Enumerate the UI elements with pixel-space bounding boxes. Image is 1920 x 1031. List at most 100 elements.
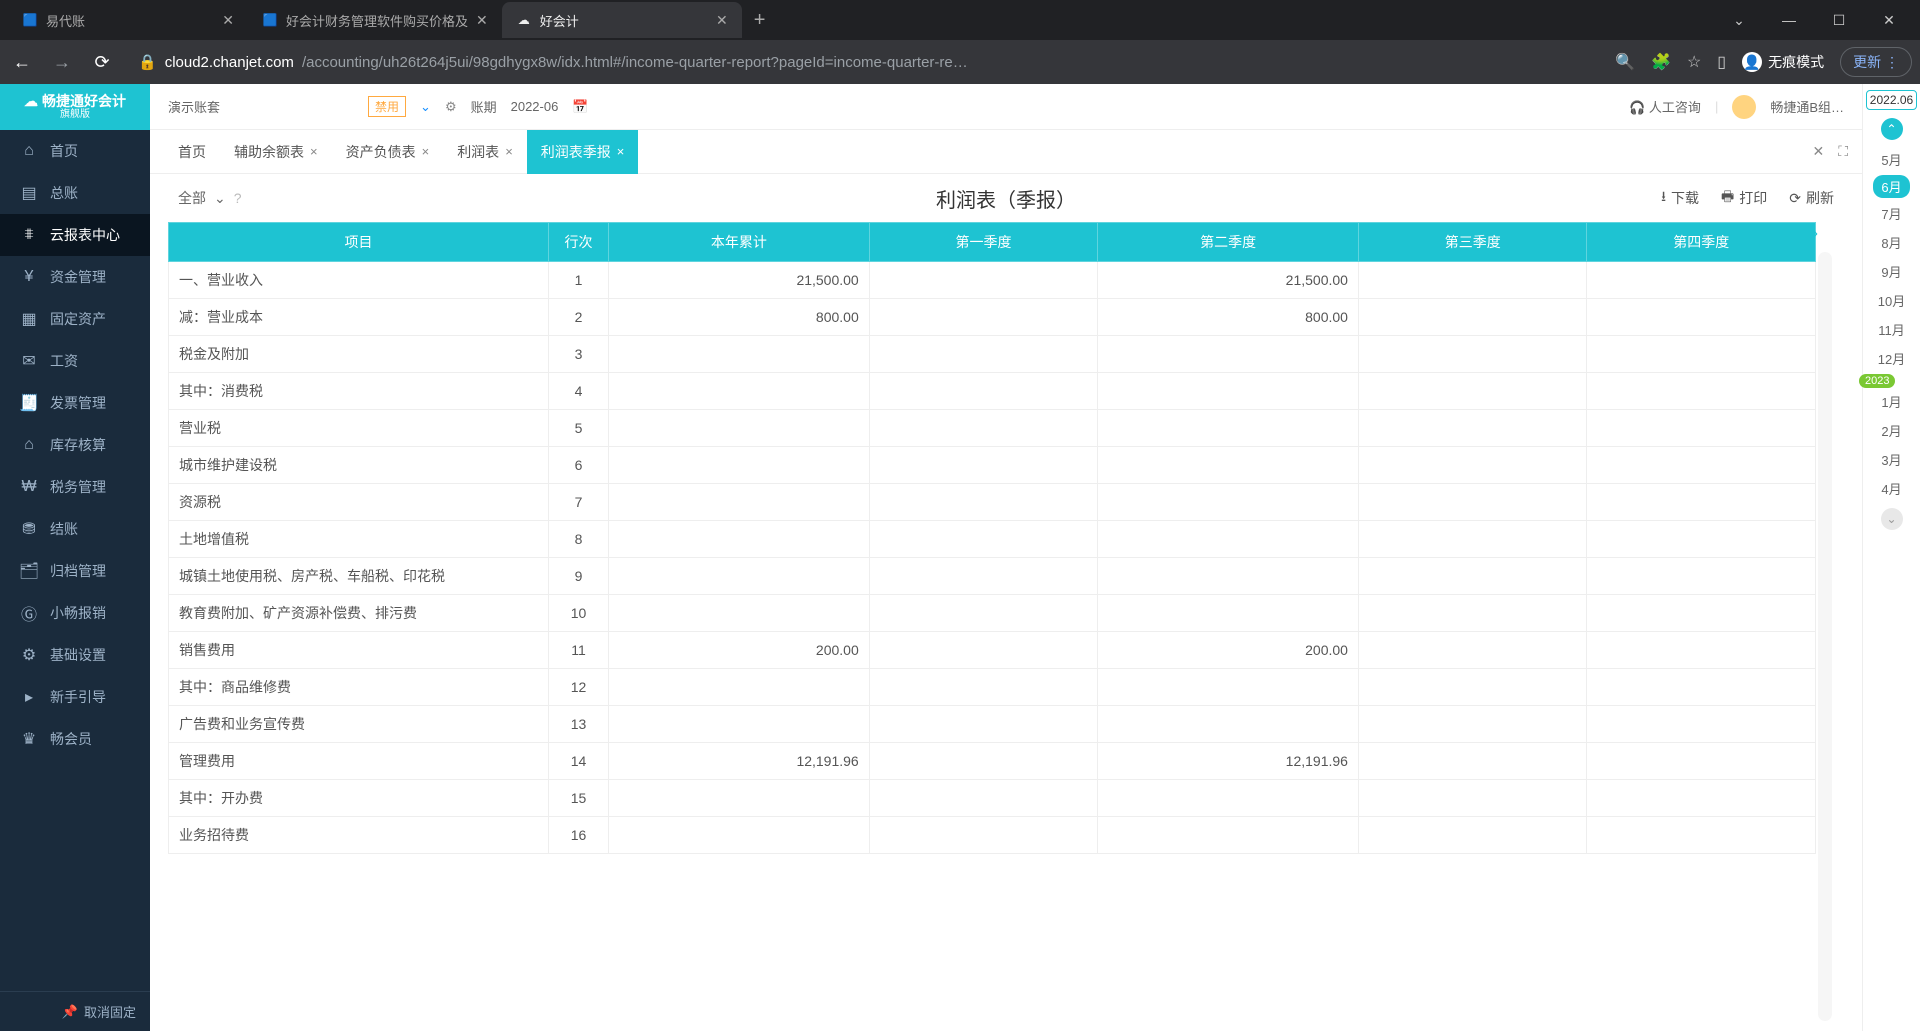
sidebar-item[interactable]: ₩ 税务管理 xyxy=(0,466,150,508)
url-input[interactable]: 🔒 cloud2.chanjet.com/accounting/uh26t264… xyxy=(128,53,1603,71)
period-month[interactable]: 4月 xyxy=(1881,475,1901,502)
cell-q3 xyxy=(1358,817,1587,854)
period-month[interactable]: 3月 xyxy=(1881,446,1901,473)
period-month[interactable]: 5月 xyxy=(1881,146,1901,173)
account-set-selector[interactable]: 演示账套 xyxy=(168,97,220,116)
period-panel-current[interactable]: 2022.06 xyxy=(1866,90,1917,110)
download-button[interactable]: ⭳下载 xyxy=(1661,186,1699,210)
tab-close-icon[interactable]: ✕ xyxy=(476,12,488,29)
page-tab[interactable]: 首页 xyxy=(164,130,220,174)
tab-close-icon[interactable]: ✕ xyxy=(716,12,728,29)
browser-tab[interactable]: ☁ 好会计 ✕ xyxy=(502,2,742,38)
table-row: 销售费用 11 200.00 200.00 xyxy=(169,632,1816,669)
tab-close-icon[interactable]: × xyxy=(505,144,513,159)
reload-button[interactable]: ⟳ xyxy=(88,48,116,76)
tab-close-icon[interactable]: × xyxy=(617,144,625,159)
cell-q3 xyxy=(1358,706,1587,743)
sidebar-item[interactable]: 🧾 发票管理 xyxy=(0,382,150,424)
period-month[interactable]: 9月 xyxy=(1881,258,1901,285)
next-col-icon[interactable]: › xyxy=(1813,225,1818,243)
sidebar-item[interactable]: ♛ 畅会员 xyxy=(0,718,150,760)
forward-button[interactable]: → xyxy=(48,48,76,76)
period-month[interactable]: 2月 xyxy=(1881,417,1901,444)
period-month[interactable]: 11月 xyxy=(1878,316,1905,343)
close-all-tabs-icon[interactable]: ✕ xyxy=(1812,143,1824,160)
pin-icon: 📌 xyxy=(62,1004,78,1020)
gear-icon[interactable]: ⚙ xyxy=(445,99,457,115)
refresh-button[interactable]: ⟳刷新 xyxy=(1789,186,1834,210)
cell-q1 xyxy=(869,484,1098,521)
bookmark-icon[interactable]: ☆ xyxy=(1687,52,1701,72)
cell-q2 xyxy=(1098,521,1359,558)
window-close-button[interactable]: ✕ xyxy=(1866,4,1912,36)
update-button[interactable]: 更新 ⋮ xyxy=(1840,47,1912,77)
extensions-icon[interactable]: 🧩 xyxy=(1651,52,1671,72)
page-tab[interactable]: 利润表季报× xyxy=(527,130,639,174)
refresh-icon: ⟳ xyxy=(1789,190,1801,207)
reading-list-icon[interactable]: ▯ xyxy=(1717,52,1726,72)
tab-close-icon[interactable]: × xyxy=(422,144,430,159)
print-button[interactable]: 🖶打印 xyxy=(1721,186,1767,210)
period-month[interactable]: 7月 xyxy=(1881,200,1901,227)
cell-q4 xyxy=(1587,817,1816,854)
browser-tab[interactable]: 🟦 好会计财务管理软件购买价格及 ✕ xyxy=(248,2,502,38)
sidebar-item[interactable]: 🗂 归档管理 xyxy=(0,550,150,592)
sidebar-item[interactable]: ✉ 工资 xyxy=(0,340,150,382)
sidebar-item[interactable]: ⌂ 首页 xyxy=(0,130,150,172)
tab-close-icon[interactable]: × xyxy=(310,144,318,159)
app-topbar: 演示账套 禁用 ⌄ ⚙ 账期 2022-06 📅 🎧 人工咨询 | 畅捷通B组… xyxy=(150,84,1862,130)
cell-q3 xyxy=(1358,410,1587,447)
consult-button[interactable]: 🎧 人工咨询 xyxy=(1629,97,1701,116)
scroll-up-icon[interactable]: ⌃ xyxy=(1881,118,1903,140)
back-button[interactable]: ← xyxy=(8,48,36,76)
sidebar-item[interactable]: ⛃ 结账 xyxy=(0,508,150,550)
cell-line: 7 xyxy=(549,484,609,521)
table-row: 其中：开办费 15 xyxy=(169,780,1816,817)
sidebar-item[interactable]: ▦ 固定资产 xyxy=(0,298,150,340)
sidebar-item[interactable]: ⚙ 基础设置 xyxy=(0,634,150,676)
vertical-scrollbar[interactable] xyxy=(1818,252,1832,1021)
cell-item: 教育费附加、矿产资源补偿费、排污费 xyxy=(169,595,549,632)
sidebar-item[interactable]: ⌂ 库存核算 xyxy=(0,424,150,466)
page-tab[interactable]: 利润表× xyxy=(443,130,527,174)
filter-dropdown[interactable]: 全部 ⌄ ? xyxy=(178,188,242,208)
period-month[interactable]: 10月 xyxy=(1878,287,1905,314)
window-minimize-button[interactable]: — xyxy=(1766,4,1812,36)
sidebar-item[interactable]: Ⓖ 小畅报销 xyxy=(0,592,150,634)
window-expand-icon[interactable]: ⌄ xyxy=(1716,4,1762,36)
sidebar-item[interactable]: ¥ 资金管理 xyxy=(0,256,150,298)
new-tab-button[interactable]: + xyxy=(742,9,778,32)
window-maximize-button[interactable]: ☐ xyxy=(1816,4,1862,36)
cell-q3 xyxy=(1358,558,1587,595)
table-row: 营业税 5 xyxy=(169,410,1816,447)
period-month[interactable]: 12月 xyxy=(1878,345,1905,372)
help-icon[interactable]: ? xyxy=(234,190,242,206)
sidebar-item[interactable]: ⩨ 云报表中心 xyxy=(0,214,150,256)
period-month[interactable]: 8月 xyxy=(1881,229,1901,256)
cell-q3 xyxy=(1358,521,1587,558)
app-logo[interactable]: ☁畅捷通好会计 旗舰版 xyxy=(0,84,150,130)
tab-close-icon[interactable]: ✕ xyxy=(222,12,234,29)
scroll-down-icon[interactable]: ⌄ xyxy=(1881,508,1903,530)
sidebar-item-label: 小畅报销 xyxy=(50,603,106,623)
avatar[interactable] xyxy=(1732,95,1756,119)
cell-q3 xyxy=(1358,632,1587,669)
cell-q1 xyxy=(869,558,1098,595)
page-tab[interactable]: 资产负债表× xyxy=(332,130,444,174)
table-header: 第四季度 xyxy=(1587,223,1816,262)
period-value[interactable]: 2022-06 xyxy=(511,99,559,114)
calendar-icon[interactable]: 📅 xyxy=(572,99,588,115)
sidebar-item[interactable]: ▤ 总账 xyxy=(0,172,150,214)
zoom-icon[interactable]: 🔍 xyxy=(1615,52,1635,72)
chevron-down-icon: ⌄ xyxy=(214,190,226,207)
user-name[interactable]: 畅捷通B组… xyxy=(1770,97,1844,116)
page-tab[interactable]: 辅助余额表× xyxy=(220,130,332,174)
period-month[interactable]: 1月 xyxy=(1881,388,1901,415)
chevron-down-icon[interactable]: ⌄ xyxy=(420,99,431,115)
fullscreen-icon[interactable]: ⛶ xyxy=(1838,143,1848,160)
sidebar-unpin-button[interactable]: 📌 取消固定 xyxy=(0,991,150,1031)
period-month[interactable]: 6月 xyxy=(1873,175,1909,198)
sidebar-item[interactable]: ▸ 新手引导 xyxy=(0,676,150,718)
browser-tab[interactable]: 🟦 易代账 ✕ xyxy=(8,2,248,38)
cell-q4 xyxy=(1587,743,1816,780)
